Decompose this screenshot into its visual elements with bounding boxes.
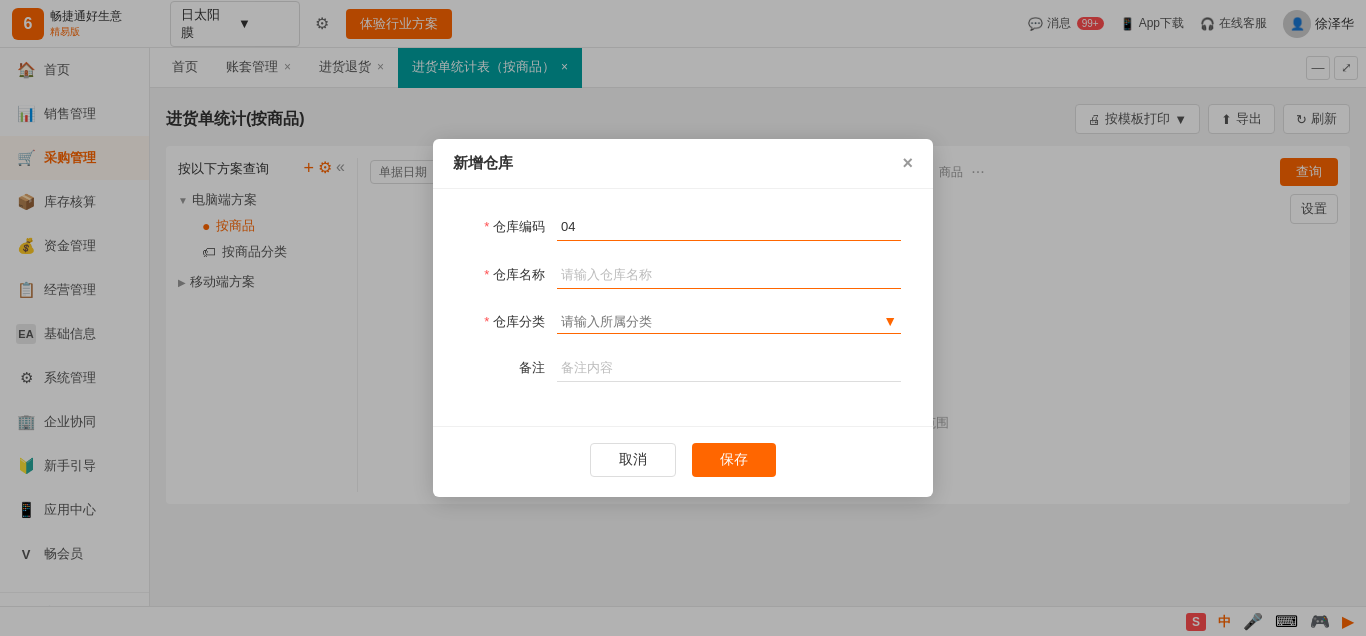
modal-add-warehouse: 新增仓库 × 仓库编码 仓库名称 仓库分类 ▼: [433, 139, 933, 497]
modal-footer: 取消 保存: [433, 427, 933, 497]
modal-title: 新增仓库: [453, 154, 513, 173]
note-input[interactable]: [557, 354, 901, 382]
name-input[interactable]: [557, 261, 901, 289]
name-label: 仓库名称: [465, 266, 545, 284]
modal-close-button[interactable]: ×: [902, 153, 913, 174]
category-label: 仓库分类: [465, 313, 545, 331]
category-input[interactable]: [561, 314, 883, 329]
category-select-wrap: ▼: [557, 309, 901, 334]
note-label: 备注: [465, 359, 545, 377]
modal-header: 新增仓库 ×: [433, 139, 933, 189]
code-label: 仓库编码: [465, 218, 545, 236]
category-chevron-icon: ▼: [883, 313, 897, 329]
form-row-name: 仓库名称: [465, 261, 901, 289]
save-button[interactable]: 保存: [692, 443, 776, 477]
code-input[interactable]: [557, 213, 901, 241]
form-row-category: 仓库分类 ▼: [465, 309, 901, 334]
cancel-button[interactable]: 取消: [590, 443, 676, 477]
modal-body: 仓库编码 仓库名称 仓库分类 ▼ 备注: [433, 189, 933, 426]
modal-overlay[interactable]: 新增仓库 × 仓库编码 仓库名称 仓库分类 ▼: [0, 0, 1366, 636]
form-row-code: 仓库编码: [465, 213, 901, 241]
form-row-note: 备注: [465, 354, 901, 382]
